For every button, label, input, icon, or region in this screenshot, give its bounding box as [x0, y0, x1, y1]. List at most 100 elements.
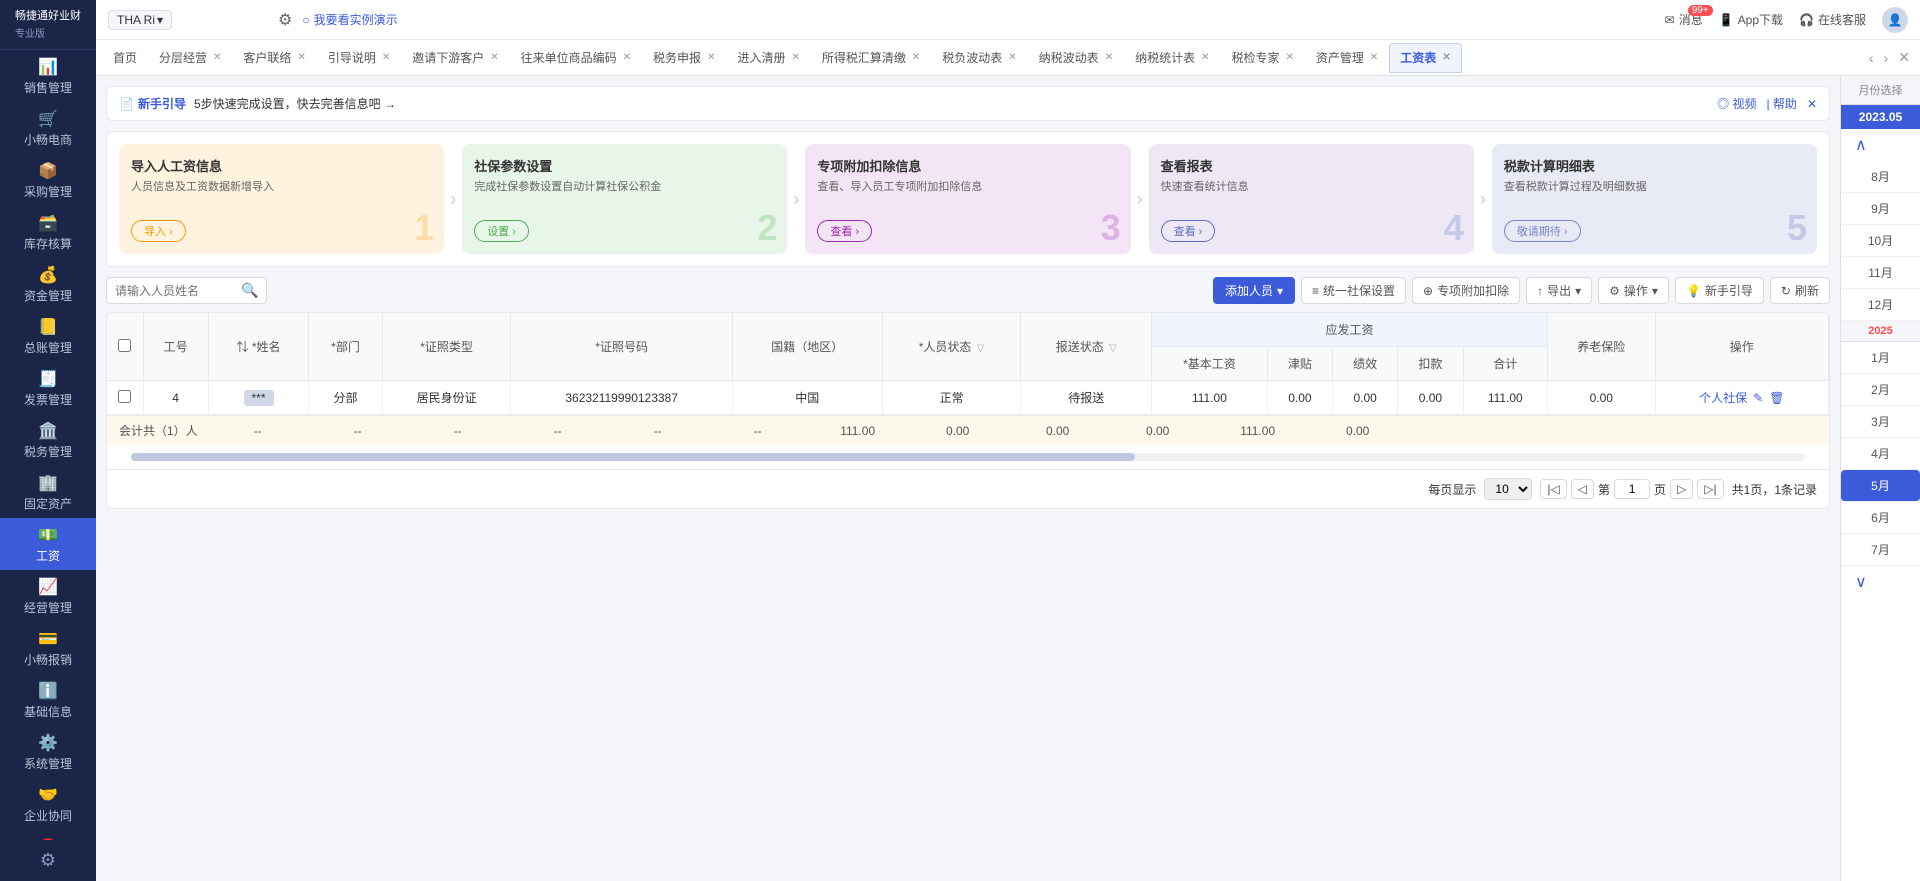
next-page-button[interactable]: ▷ — [1670, 479, 1693, 499]
last-page-button[interactable]: ▷| — [1697, 479, 1723, 499]
sidebar-item-payroll[interactable]: 💵工资 — [0, 518, 96, 570]
tab-close-payroll[interactable]: ✕ — [1442, 52, 1450, 63]
month-item-1[interactable]: 1月 — [1841, 342, 1920, 374]
export-button[interactable]: ↑ 导出 ▾ — [1526, 277, 1592, 304]
tab-layered[interactable]: 分层经营✕ — [148, 43, 232, 73]
page-size-select[interactable]: 10 20 50 — [1484, 478, 1532, 500]
search-input[interactable] — [115, 284, 235, 298]
step-4-button[interactable]: 查看 › — [1161, 220, 1216, 242]
step-2-button[interactable]: 设置 › — [474, 220, 529, 242]
tab-invite[interactable]: 邀请下游客户✕ — [401, 43, 509, 73]
guide-close-icon[interactable]: ✕ — [1807, 97, 1817, 111]
tab-income-tax[interactable]: 所得税汇算清缴✕ — [811, 43, 931, 73]
sort-icon[interactable]: ⇅ — [237, 340, 249, 354]
delete-icon[interactable]: 🗑 — [1769, 391, 1784, 405]
prev-page-button[interactable]: ◁ — [1571, 479, 1594, 499]
demo-link[interactable]: ○ 我要看实例演示 — [302, 11, 397, 28]
status-filter-icon[interactable]: ▽ — [977, 343, 985, 354]
sidebar-item-ledger[interactable]: 📒总账管理 — [0, 310, 96, 362]
tab-guide-intro[interactable]: 引导说明✕ — [317, 43, 401, 73]
tab-close-fluctuation[interactable]: ✕ — [1105, 52, 1113, 63]
month-nav-down[interactable]: ∨ — [1849, 570, 1873, 594]
guide-help-link[interactable]: | 帮助 — [1766, 95, 1796, 112]
tab-customer[interactable]: 客户联络✕ — [232, 43, 316, 73]
add-employee-button[interactable]: 添加人员 ▾ — [1213, 277, 1295, 304]
search-field[interactable]: 🔍 — [106, 277, 267, 304]
sidebar-item-guide[interactable]: 🎯新手引导 — [0, 830, 96, 840]
report-filter-icon[interactable]: ▽ — [1109, 343, 1117, 354]
tab-close-burden[interactable]: ✕ — [1008, 52, 1016, 63]
month-item-4[interactable]: 4月 — [1841, 438, 1920, 470]
step-1-button[interactable]: 导入 › — [131, 220, 186, 242]
special-deduction-button[interactable]: ⊕ 专项附加扣除 — [1412, 277, 1520, 304]
tab-nav-prev[interactable]: ‹ — [1865, 48, 1878, 68]
tab-close-customer[interactable]: ✕ — [297, 52, 305, 63]
first-page-button[interactable]: |◁ — [1540, 479, 1566, 499]
month-item-10[interactable]: 10月 — [1841, 225, 1920, 257]
tab-home[interactable]: 首页 — [102, 43, 148, 73]
tab-tax-stat[interactable]: 纳税统计表✕ — [1124, 43, 1220, 73]
tab-payroll[interactable]: 工资表✕ — [1389, 43, 1461, 73]
tab-nav-close-all[interactable]: ✕ — [1894, 47, 1914, 68]
month-nav-up[interactable]: ∧ — [1849, 133, 1873, 157]
sidebar-item-tax[interactable]: 🏛️税务管理 — [0, 414, 96, 466]
month-item-7[interactable]: 7月 — [1841, 534, 1920, 566]
sidebar-item-purchase[interactable]: 📦采购管理 — [0, 154, 96, 206]
tab-close-expert[interactable]: ✕ — [1286, 52, 1294, 63]
sidebar-item-system[interactable]: ⚙️系统管理 — [0, 726, 96, 778]
month-item-9[interactable]: 9月 — [1841, 193, 1920, 225]
tab-close-layered[interactable]: ✕ — [213, 52, 221, 63]
operations-button[interactable]: ⚙ 操作 ▾ — [1598, 277, 1669, 304]
settings-icon[interactable]: ⚙ — [278, 10, 292, 30]
tab-close-clear[interactable]: ✕ — [791, 52, 799, 63]
guide-button[interactable]: 💡 新手引导 — [1675, 277, 1764, 304]
unified-settings-button[interactable]: ≡ 统一社保设置 — [1301, 277, 1406, 304]
select-all-checkbox[interactable] — [118, 339, 131, 352]
sidebar-item-ecommerce[interactable]: 🛒小畅电商 — [0, 102, 96, 154]
tab-close-stat[interactable]: ✕ — [1201, 52, 1209, 63]
step-5-button[interactable]: 敬请期待 › — [1504, 220, 1581, 242]
settings-gear-icon[interactable]: ⚙ — [40, 850, 56, 871]
edit-icon[interactable]: ✎ — [1753, 391, 1763, 405]
month-item-6[interactable]: 6月 — [1841, 502, 1920, 534]
personal-insurance-link[interactable]: 个人社保 — [1699, 389, 1747, 406]
app-download-button[interactable]: 📱 App下载 — [1719, 11, 1783, 28]
tab-tax-expert[interactable]: 税检专家✕ — [1220, 43, 1304, 73]
message-button[interactable]: ✉ 消息 99+ — [1665, 11, 1703, 28]
sidebar-item-expense[interactable]: 💳小畅报销 — [0, 622, 96, 674]
month-item-2[interactable]: 2月 — [1841, 374, 1920, 406]
tab-tax-report[interactable]: 税务申报✕ — [642, 43, 726, 73]
tab-close-guide[interactable]: ✕ — [382, 52, 390, 63]
sidebar-item-fixed-assets[interactable]: 🏢固定资产 — [0, 466, 96, 518]
online-service-button[interactable]: 🎧 在线客服 — [1799, 11, 1866, 28]
tab-close-tax[interactable]: ✕ — [707, 52, 715, 63]
tab-nav-next[interactable]: › — [1880, 48, 1893, 68]
tab-clearance[interactable]: 进入清册✕ — [726, 43, 810, 73]
horizontal-scrollbar[interactable] — [131, 453, 1805, 461]
sidebar-item-inventory[interactable]: 🗃️库存核算 — [0, 206, 96, 258]
sidebar-bottom[interactable]: ⚙ — [40, 840, 56, 881]
guide-video-link[interactable]: ◎ 视频 — [1717, 95, 1756, 112]
row-checkbox[interactable] — [118, 390, 131, 403]
month-item-5[interactable]: 5月 — [1841, 470, 1920, 502]
sidebar-item-cooperation[interactable]: 🤝企业协同 — [0, 778, 96, 830]
tab-assets[interactable]: 资产管理✕ — [1305, 43, 1389, 73]
tab-product-code[interactable]: 往来单位商品编码✕ — [510, 43, 642, 73]
sidebar-item-sales[interactable]: 📊销售管理 — [0, 50, 96, 102]
step-3-button[interactable]: 查看 › — [817, 220, 872, 242]
sidebar-item-invoice[interactable]: 🧾发票管理 — [0, 362, 96, 414]
month-item-11[interactable]: 11月 — [1841, 257, 1920, 289]
scroll-thumb[interactable] — [131, 453, 1135, 461]
tab-close-product[interactable]: ✕ — [623, 52, 631, 63]
refresh-button[interactable]: ↻ 刷新 — [1770, 277, 1830, 304]
sidebar-item-finance[interactable]: 💰资金管理 — [0, 258, 96, 310]
tab-close-invite[interactable]: ✕ — [490, 52, 498, 63]
tab-close-assets[interactable]: ✕ — [1370, 52, 1378, 63]
search-icon[interactable]: 🔍 — [241, 282, 258, 299]
tab-tax-burden[interactable]: 税负波动表✕ — [931, 43, 1027, 73]
tab-tax-fluctuation[interactable]: 纳税波动表✕ — [1028, 43, 1124, 73]
company-selector[interactable]: THA Ri ▾ — [108, 10, 172, 30]
month-item-3[interactable]: 3月 — [1841, 406, 1920, 438]
sidebar-item-operations[interactable]: 📈经营管理 — [0, 570, 96, 622]
sidebar-item-basic-info[interactable]: ℹ️基础信息 — [0, 674, 96, 726]
